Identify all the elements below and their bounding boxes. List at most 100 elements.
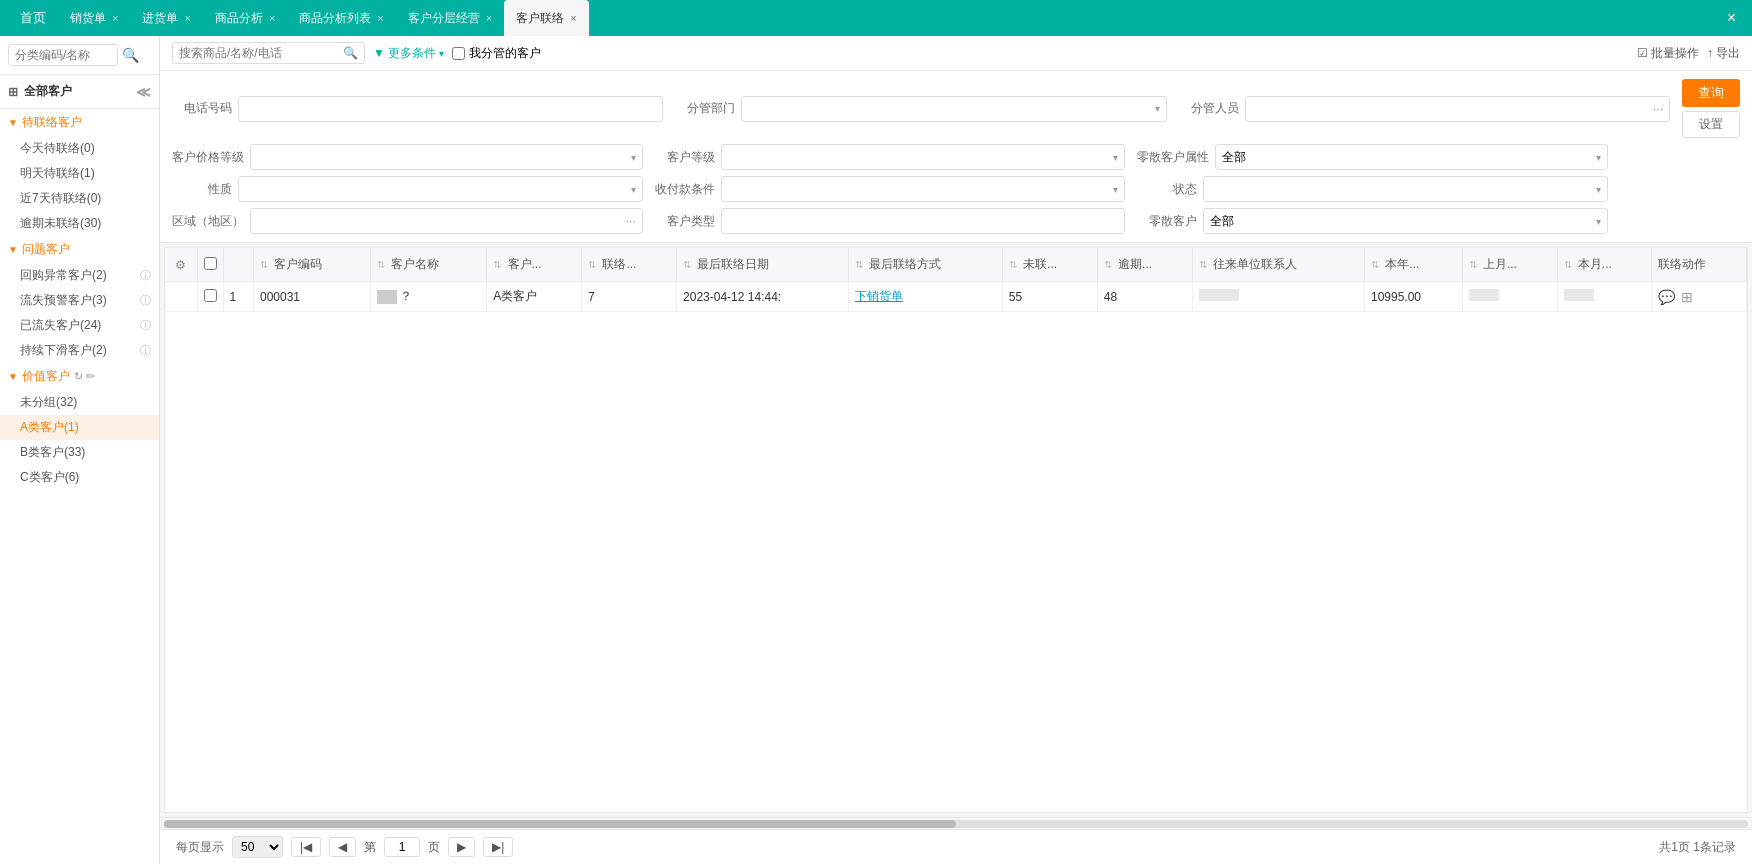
manage-dept-select[interactable]: ▾ — [741, 96, 1166, 122]
sidebar-group-value-title[interactable]: ▼ 价值客户 ↻ ✏ — [0, 363, 159, 390]
customer-level-select[interactable]: ▾ — [721, 144, 1126, 170]
batch-operation-btn[interactable]: ☑ 批量操作 — [1637, 45, 1699, 62]
refresh-icon[interactable]: ↻ — [74, 370, 83, 383]
nav-tab-analysis-list[interactable]: 商品分析列表 × — [287, 0, 395, 36]
scroll-thumb[interactable] — [164, 820, 956, 828]
col-last-contact-method[interactable]: ⇅ 最后联络方式 — [849, 248, 1003, 282]
top-nav-right: × — [1719, 9, 1744, 27]
filter-more-btn[interactable]: ▼ 更多条件 ▾ — [373, 45, 444, 62]
scroll-track[interactable] — [164, 820, 1748, 828]
region-select[interactable]: ··· — [250, 208, 643, 234]
row-checkbox-cell — [197, 282, 223, 312]
filter-field-nature: 性质 ▾ — [172, 176, 643, 202]
close-tab-analysis[interactable]: × — [269, 12, 275, 24]
col-customer-name[interactable]: ⇅ 客户名称 — [370, 248, 487, 282]
sidebar-item-class-b[interactable]: B类客户(33) — [0, 440, 159, 465]
col-contact-count[interactable]: ⇅ 联络... — [582, 248, 677, 282]
col-contact-person[interactable]: ⇅ 往来单位联系人 — [1192, 248, 1364, 282]
row-last-contact-date: 2023-04-12 14:44: — [677, 282, 849, 312]
last-page-btn[interactable]: ▶| — [483, 837, 513, 857]
row-this-year: 10995.00 — [1364, 282, 1462, 312]
nav-tab-customer-segment[interactable]: 客户分层经营 × — [396, 0, 504, 36]
nature-label: 性质 — [172, 181, 232, 198]
info-icon: ⓘ — [140, 268, 151, 283]
col-last-month[interactable]: ⇅ 上月... — [1462, 248, 1557, 282]
close-tab-analysis-list[interactable]: × — [377, 12, 383, 24]
my-customers-checkbox[interactable] — [452, 47, 465, 60]
col-this-month[interactable]: ⇅ 本月... — [1557, 248, 1652, 282]
status-label: 状态 — [1137, 181, 1197, 198]
nav-home[interactable]: 首页 — [8, 0, 58, 36]
nav-tab-sales[interactable]: 销货单 × — [58, 0, 130, 36]
nav-tab-purchase[interactable]: 进货单 × — [130, 0, 202, 36]
dots-icon-staff: ··· — [1653, 102, 1663, 116]
sidebar-group-problem-title[interactable]: ▼ 问题客户 — [0, 236, 159, 263]
col-this-year[interactable]: ⇅ 本年... — [1364, 248, 1462, 282]
per-page-select[interactable]: 50 100 — [232, 836, 283, 858]
chevron-down-icon-filter: ▾ — [439, 48, 444, 59]
sidebar-item-unclassified[interactable]: 未分组(32) — [0, 390, 159, 415]
current-page-input[interactable] — [384, 837, 420, 857]
close-tab-customer-segment[interactable]: × — [486, 12, 492, 24]
problem-group-label: 问题客户 — [22, 241, 70, 258]
sidebar-item-tomorrow[interactable]: 明天待联络(1) — [0, 161, 159, 186]
filter-field-customer-type: 客户类型 — [655, 208, 1126, 234]
pay-condition-select[interactable]: ▾ — [721, 176, 1126, 202]
search-input[interactable] — [179, 46, 339, 60]
row-checkbox[interactable] — [204, 289, 217, 302]
close-tab-customer-contact[interactable]: × — [570, 12, 576, 24]
query-button[interactable]: 查询 — [1682, 79, 1740, 107]
sidebar-item-today[interactable]: 今天待联络(0) — [0, 136, 159, 161]
nav-tab-customer-contact[interactable]: 客户联络 × — [504, 0, 588, 36]
select-all-checkbox[interactable] — [204, 257, 217, 270]
prev-page-btn[interactable]: ◀ — [329, 837, 356, 857]
sort-icon-lastmonth: ⇅ — [1469, 259, 1477, 270]
sidebar-item-class-c[interactable]: C类客户(6) — [0, 465, 159, 490]
col-uncontacted[interactable]: ⇅ 未联... — [1002, 248, 1097, 282]
export-icon: ↑ — [1707, 46, 1713, 60]
col-customer-type[interactable]: ⇅ 客户... — [487, 248, 582, 282]
close-tab-purchase[interactable]: × — [184, 12, 190, 24]
retail-customer-select[interactable]: 全部 ▾ — [1203, 208, 1608, 234]
chat-action-icon[interactable]: 💬 — [1658, 289, 1675, 305]
sidebar-item-declining[interactable]: 持续下滑客户(2) ⓘ — [0, 338, 159, 363]
sidebar-item-7days[interactable]: 近7天待联络(0) — [0, 186, 159, 211]
sidebar-search-input[interactable] — [8, 44, 118, 66]
customer-type-select[interactable] — [721, 208, 1126, 234]
col-customer-code[interactable]: ⇅ 客户编码 — [253, 248, 370, 282]
edit-icon[interactable]: ✏ — [86, 370, 95, 383]
retail-attr-select[interactable]: 全部 ▾ — [1215, 144, 1608, 170]
sidebar-group-pending-title[interactable]: ▼ 待联络客户 — [0, 109, 159, 136]
sort-icon-year: ⇅ — [1371, 259, 1379, 270]
qr-action-icon[interactable]: ⊞ — [1681, 289, 1693, 305]
nature-select[interactable]: ▾ — [238, 176, 643, 202]
phone-input[interactable] — [238, 96, 663, 122]
contact-method-link[interactable]: 下销货单 — [855, 289, 903, 303]
sidebar-search-icon[interactable]: 🔍 — [122, 47, 139, 63]
nav-tab-analysis[interactable]: 商品分析 × — [203, 0, 287, 36]
sidebar-collapse-btn[interactable]: ≪ — [136, 84, 151, 100]
settings-button[interactable]: 设置 — [1682, 111, 1740, 138]
sidebar-item-overdue[interactable]: 逾期未联络(30) — [0, 211, 159, 236]
col-overdue[interactable]: ⇅ 逾期... — [1097, 248, 1192, 282]
col-last-contact-date[interactable]: ⇅ 最后联络日期 — [677, 248, 849, 282]
search-submit-icon[interactable]: 🔍 — [343, 46, 358, 60]
close-all-tabs[interactable]: × — [1719, 9, 1744, 27]
sort-icon-thismonth: ⇅ — [1564, 259, 1572, 270]
sidebar-item-churned[interactable]: 已流失客户(24) ⓘ — [0, 313, 159, 338]
sidebar-item-churn-warning[interactable]: 流失预警客户(3) ⓘ — [0, 288, 159, 313]
table-settings-icon[interactable]: ⚙ — [175, 258, 186, 272]
filter-row-4: 区域（地区） ··· 客户类型 零散客户 全部 ▾ — [172, 208, 1740, 234]
export-btn[interactable]: ↑ 导出 — [1707, 45, 1740, 62]
close-tab-sales[interactable]: × — [112, 12, 118, 24]
manage-staff-select[interactable]: ··· — [1245, 96, 1670, 122]
price-level-select[interactable]: ▾ — [250, 144, 643, 170]
sidebar-item-repurchase-abnormal[interactable]: 回购异常客户(2) ⓘ — [0, 263, 159, 288]
row-uncontacted: 55 — [1002, 282, 1097, 312]
first-page-btn[interactable]: |◀ — [291, 837, 321, 857]
status-select[interactable]: ▾ — [1203, 176, 1608, 202]
my-customers-checkbox-wrap[interactable]: 我分管的客户 — [452, 45, 541, 62]
action-icons: 💬 ⊞ — [1658, 289, 1740, 305]
sidebar-item-class-a[interactable]: A类客户(1) — [0, 415, 159, 440]
next-page-btn[interactable]: ▶ — [448, 837, 475, 857]
